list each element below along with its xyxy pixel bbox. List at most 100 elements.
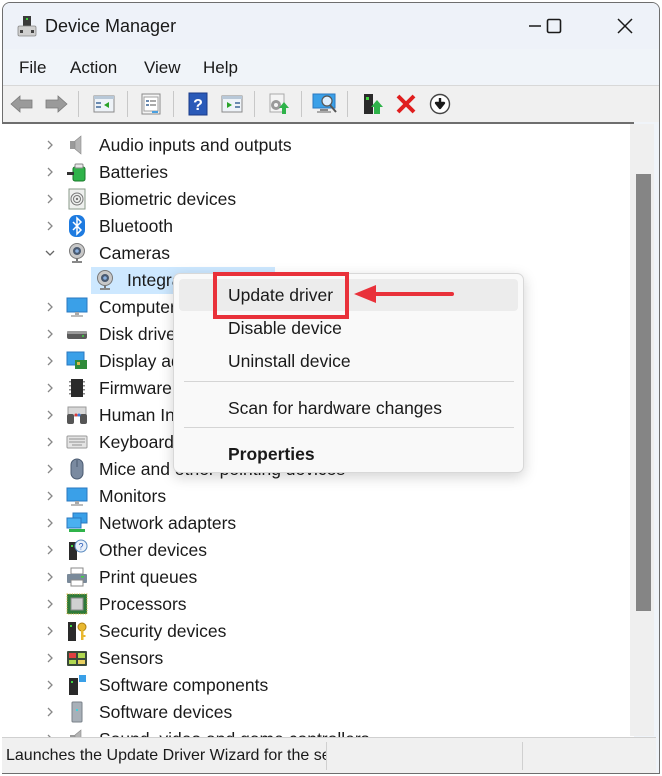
mouse-icon (70, 458, 84, 480)
chevron-right-icon[interactable] (44, 136, 56, 154)
menu-file[interactable]: File (19, 58, 46, 78)
back-button[interactable] (9, 91, 35, 117)
tree-category-item[interactable]: Bluetooth (2, 213, 622, 240)
monitor-icon (66, 487, 88, 506)
enable-device-icon (364, 94, 383, 114)
chevron-right-icon[interactable] (44, 460, 56, 478)
toolbar-separator (173, 91, 174, 117)
tree-category-item[interactable]: Cameras (2, 240, 622, 267)
maximize-icon (546, 18, 562, 34)
unknown-device-icon: ? (69, 539, 88, 560)
chevron-right-icon[interactable] (44, 379, 56, 397)
chevron-right-icon[interactable] (44, 217, 56, 235)
sensor-icon (67, 651, 87, 666)
close-icon (617, 18, 633, 34)
maximize-button[interactable] (534, 11, 574, 41)
toolbar-separator (78, 91, 79, 117)
update-driver-icon (269, 93, 289, 114)
network-icon (66, 512, 88, 532)
show-hide-console-tree-button[interactable] (91, 91, 117, 117)
window-title: Device Manager (45, 16, 177, 36)
tree-category-item[interactable]: Software devices (2, 699, 622, 726)
security-key-icon (68, 622, 87, 641)
chevron-right-icon[interactable] (44, 190, 56, 208)
show-hide-console-tree-icon (93, 95, 115, 113)
chevron-right-icon[interactable] (44, 352, 56, 370)
keyboard-icon (66, 435, 88, 449)
close-button[interactable] (605, 11, 645, 41)
device-manager-icon (17, 16, 37, 37)
tree-category-item[interactable]: Print queues (2, 564, 622, 591)
tree-category-item[interactable]: Processors (2, 591, 622, 618)
software-component-icon (69, 675, 86, 695)
tree-category-item[interactable]: Monitors (2, 483, 622, 510)
chevron-down-icon[interactable] (44, 244, 56, 262)
chevron-right-icon[interactable] (44, 433, 56, 451)
ctx-scan-hardware-changes[interactable]: Scan for hardware changes (228, 398, 442, 419)
menu-view[interactable]: View (144, 58, 181, 78)
chevron-right-icon[interactable] (44, 298, 56, 316)
help-button[interactable]: ? (185, 91, 211, 117)
scan-hardware-icon (312, 93, 337, 113)
chevron-right-icon[interactable] (44, 163, 56, 181)
menu-help[interactable]: Help (203, 58, 238, 78)
properties-button[interactable] (138, 91, 164, 117)
status-bar: Launches the Update Driver Wizard for th… (2, 737, 656, 773)
disk-drive-icon (67, 331, 87, 339)
tree-item-label: Cameras (99, 243, 170, 263)
ctx-disable-device[interactable]: Disable device (228, 318, 342, 339)
menu-action[interactable]: Action (70, 58, 117, 78)
forward-button[interactable] (43, 91, 69, 117)
chevron-right-icon[interactable] (44, 325, 56, 343)
tree-category-item[interactable]: Software components (2, 672, 622, 699)
tree-category-item[interactable]: Security devices (2, 618, 622, 645)
disable-device-icon (429, 93, 451, 115)
scrollbar-thumb[interactable] (636, 174, 651, 611)
update-driver-button[interactable] (265, 91, 291, 117)
toolbar: ? (3, 85, 659, 122)
status-text: Launches the Update Driver Wizard for th… (6, 747, 326, 764)
status-divider (522, 742, 523, 770)
tree-category-item[interactable]: Audio inputs and outputs (2, 132, 622, 159)
tree-item-label: Other devices (99, 540, 207, 560)
chevron-right-icon[interactable] (44, 622, 56, 640)
chevron-right-icon[interactable] (44, 649, 56, 667)
fingerprint-icon (68, 188, 86, 210)
tree-item-label: Network adapters (99, 513, 237, 533)
chevron-right-icon[interactable] (44, 703, 56, 721)
enable-device-button[interactable] (359, 91, 385, 117)
chevron-right-icon[interactable] (44, 487, 56, 505)
back-arrow-icon (10, 95, 33, 113)
computer-icon (66, 297, 88, 317)
tree-category-item[interactable]: Biometric devices (2, 186, 622, 213)
title-bar: Device Manager (3, 3, 659, 49)
tree-category-item[interactable]: Sensors (2, 645, 622, 672)
chevron-right-icon[interactable] (44, 406, 56, 424)
annotation-highlight-box (213, 272, 349, 319)
processor-icon (66, 593, 88, 615)
chevron-right-icon[interactable] (44, 514, 56, 532)
uninstall-device-button[interactable] (393, 91, 419, 117)
chevron-right-icon[interactable] (44, 595, 56, 613)
tree-item-label: Sensors (99, 648, 164, 668)
chevron-right-icon[interactable] (44, 676, 56, 694)
bluetooth-icon (69, 215, 85, 237)
tree-category-item[interactable]: Batteries (2, 159, 622, 186)
toolbar-separator (347, 91, 348, 117)
ctx-uninstall-device[interactable]: Uninstall device (228, 351, 351, 372)
hid-icon (67, 406, 87, 424)
chevron-right-icon[interactable] (44, 568, 56, 586)
tree-item-label: Security devices (99, 621, 227, 641)
show-hide-action-pane-button[interactable] (219, 91, 245, 117)
chevron-right-icon[interactable] (44, 541, 56, 559)
status-divider (326, 742, 327, 770)
scan-hardware-button[interactable] (312, 91, 338, 117)
tree-item-label: Software components (99, 675, 269, 695)
toolbar-separator (254, 91, 255, 117)
tree-category-item[interactable]: Network adapters (2, 510, 622, 537)
disable-device-button[interactable] (427, 91, 453, 117)
annotation-arrow-icon (354, 285, 454, 303)
tree-category-item[interactable]: ? Other devices (2, 537, 622, 564)
ctx-properties[interactable]: Properties (228, 444, 315, 465)
software-device-icon (71, 701, 83, 723)
